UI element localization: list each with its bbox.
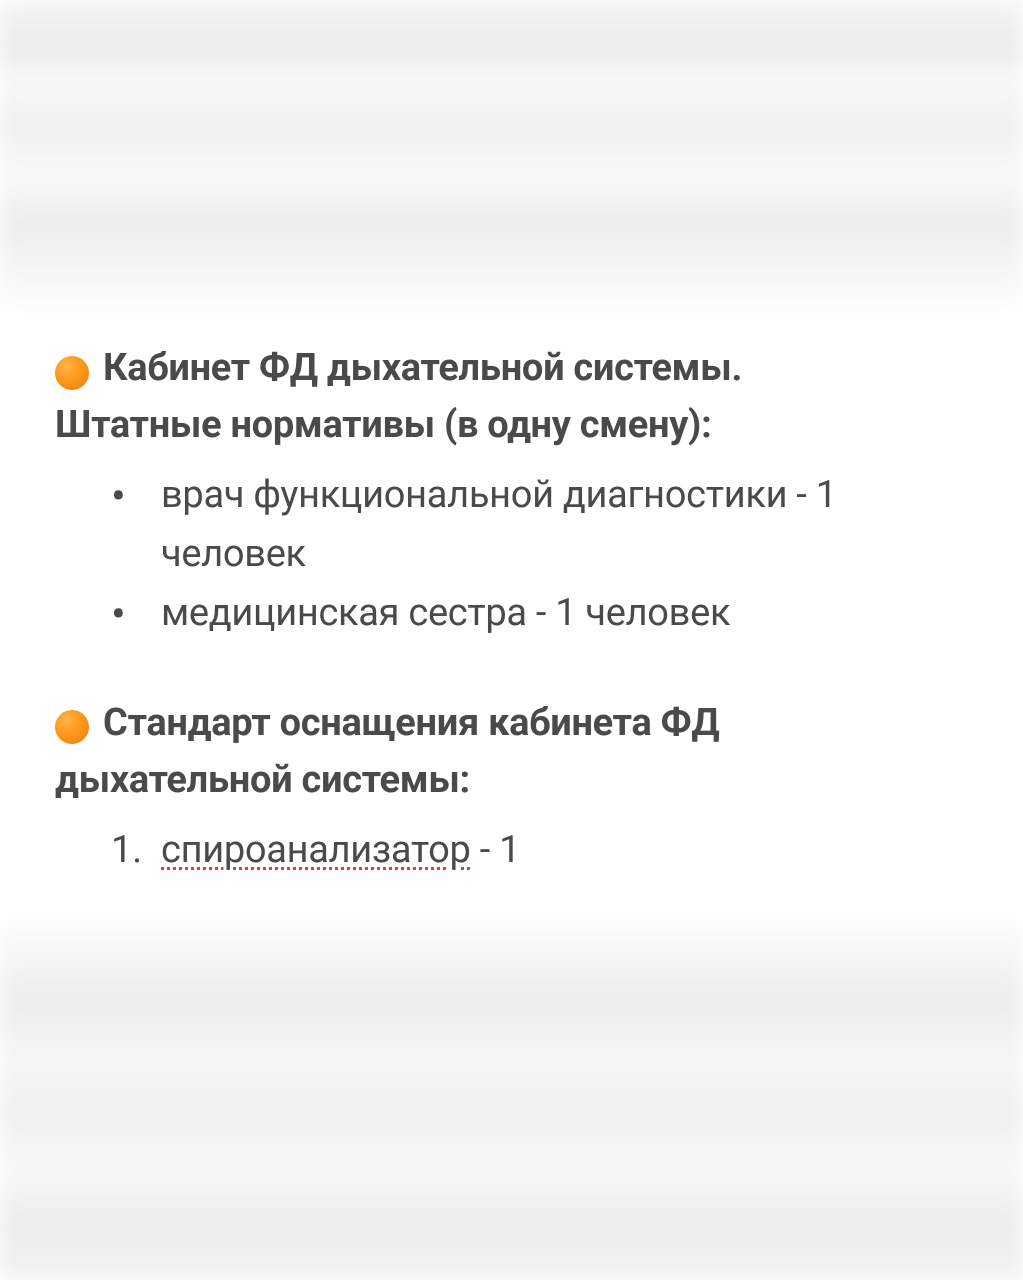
staff-list: врач функциональной диагностики - 1 чело… xyxy=(55,466,968,643)
orange-circle-icon xyxy=(55,710,89,744)
spellcheck-underline: спироанализатор xyxy=(161,828,471,872)
section-1-title-line1: Кабинет ФД дыхательной системы. xyxy=(103,340,742,397)
blurred-background-top xyxy=(0,0,1023,320)
equipment-list: спироанализатор - 1 xyxy=(55,821,968,880)
section-2-heading: Стандарт оснащения кабинета ФД дыхательн… xyxy=(55,695,968,809)
section-2-title-line2: дыхательной системы: xyxy=(55,752,968,809)
list-item: врач функциональной диагностики - 1 чело… xyxy=(111,466,968,584)
section-1-heading: Кабинет ФД дыхательной системы. Штатные … xyxy=(55,340,968,454)
list-item: спироанализатор - 1 xyxy=(111,821,968,880)
list-item-rest: - 1 xyxy=(471,828,521,872)
document-content: Кабинет ФД дыхательной системы. Штатные … xyxy=(0,330,1023,910)
list-item: медицинская сестра - 1 человек xyxy=(111,584,968,643)
orange-circle-icon xyxy=(55,356,89,390)
section-2-title-line1: Стандарт оснащения кабинета ФД xyxy=(103,695,719,752)
blurred-background-bottom xyxy=(0,910,1023,1280)
section-1-title-line2: Штатные нормативы (в одну смену): xyxy=(55,397,968,454)
